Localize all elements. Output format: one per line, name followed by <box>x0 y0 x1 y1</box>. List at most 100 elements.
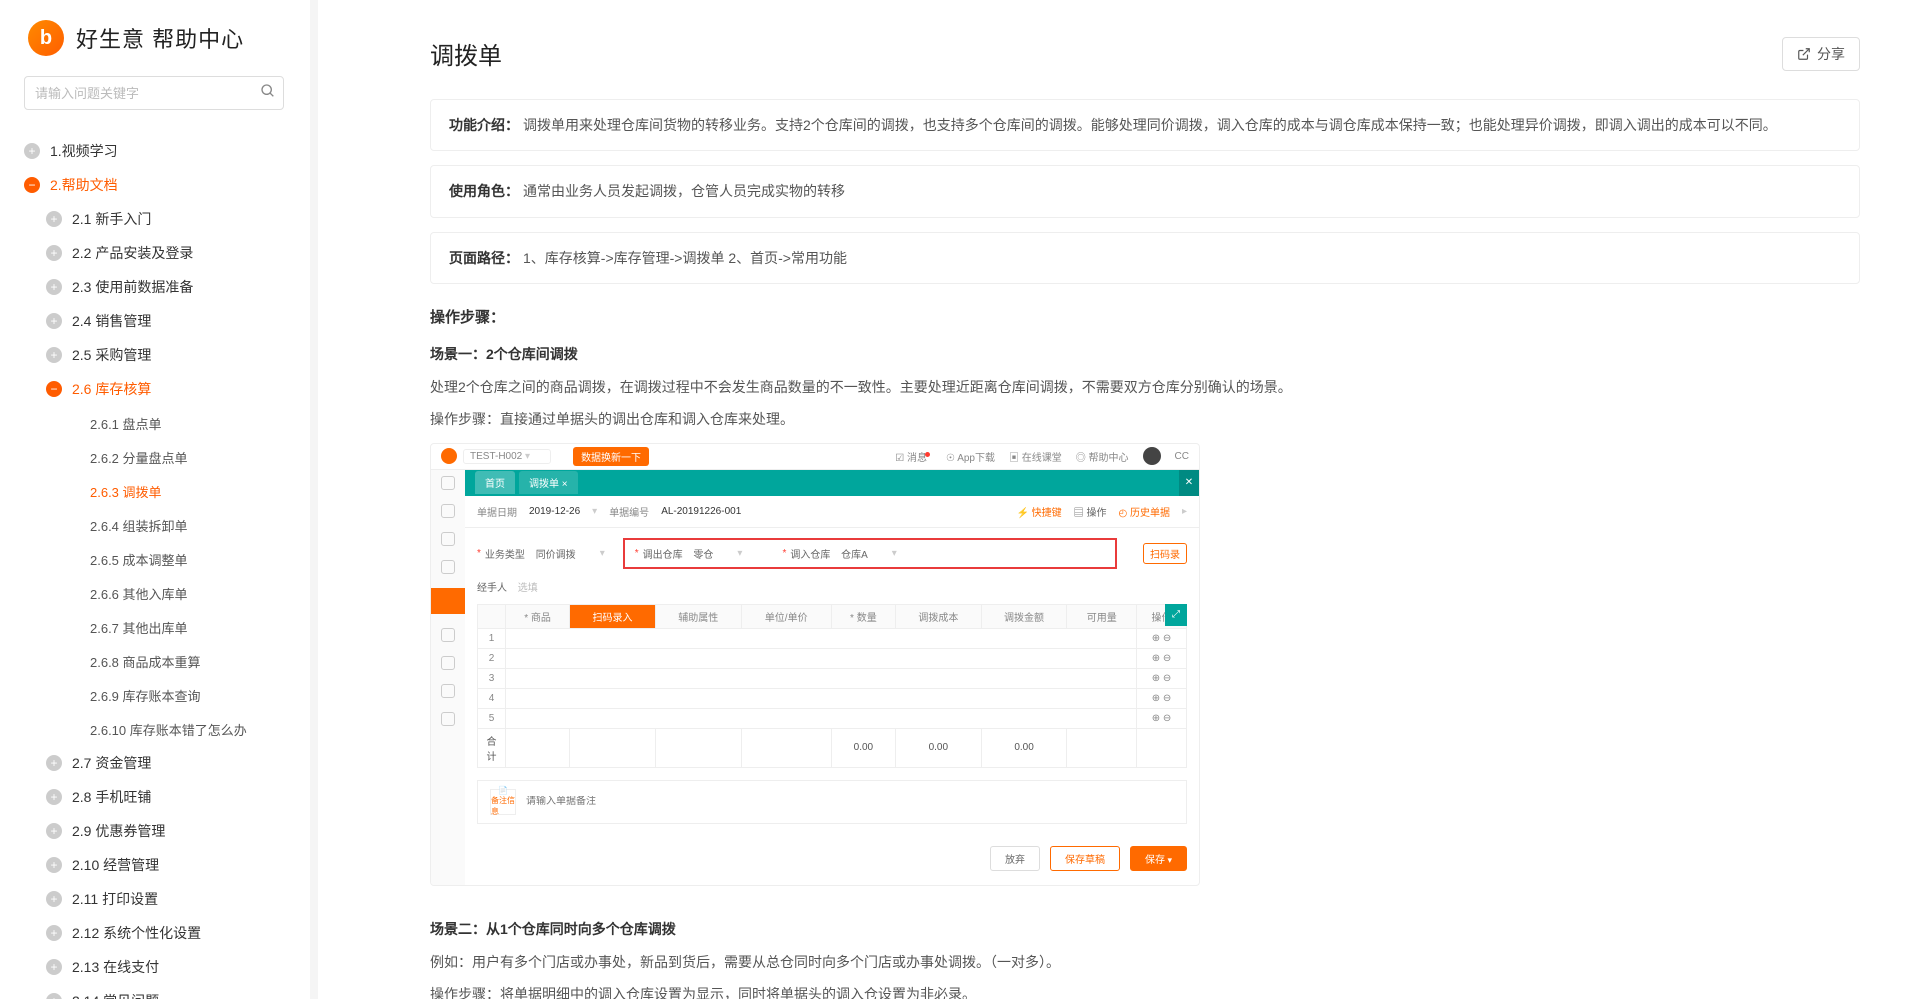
search-icon[interactable] <box>260 83 276 102</box>
app-link: ☉ App下载 <box>946 449 995 464</box>
nav-label: 2.6 库存核算 <box>72 379 151 399</box>
nav-item-2-13[interactable]: +2.13 在线支付 <box>46 950 310 984</box>
erp-logo-icon <box>441 448 457 464</box>
nav-leaf-2-6-5[interactable]: 2.6.5 成本调整单 <box>90 542 310 576</box>
plus-icon: + <box>46 959 62 975</box>
nav-leaf-2-6-9[interactable]: 2.6.9 库存账本查询 <box>90 678 310 712</box>
nav-item-2-12[interactable]: +2.12 系统个性化设置 <box>46 916 310 950</box>
scene2-p2: 操作步骤：将单据明细中的调入仓库设置为显示，同时将单据头的调入仓设置为非必录。 <box>430 981 1860 999</box>
plus-icon: + <box>46 789 62 805</box>
plus-icon: + <box>46 313 62 329</box>
th-cost: 调拨成本 <box>895 604 981 628</box>
nav-item-docs[interactable]: −2.帮助文档 <box>24 168 310 202</box>
plus-icon: + <box>46 347 62 363</box>
role-label: 使用角色： <box>449 183 519 199</box>
biz-field: *业务类型 同价调拨▾ <box>477 546 605 561</box>
nav-item-video[interactable]: +1.视频学习 <box>24 134 310 168</box>
nav-label: 2.11 打印设置 <box>72 889 158 909</box>
scene1-p2: 操作步骤：直接通过单据头的调出仓库和调入仓库来处理。 <box>430 406 1860 433</box>
brand-logo-icon: b <box>28 20 64 56</box>
minus-icon: − <box>46 381 62 397</box>
in-field: *调入仓库 仓库A▾ <box>782 546 896 561</box>
side-icon <box>441 628 455 642</box>
save-button: 保存 <box>1130 846 1187 871</box>
nav-leaf-2-6-7[interactable]: 2.6.7 其他出库单 <box>90 610 310 644</box>
nav-item-2-14[interactable]: +2.14 常见问题 <box>46 984 310 999</box>
remark-input <box>526 796 1174 807</box>
role-text: 通常由业务人员发起调拨，仓管人员完成实物的转移 <box>523 183 845 199</box>
nav-label: 2.8 手机旺铺 <box>72 787 151 807</box>
nav-label: 2.9 优惠券管理 <box>72 821 165 841</box>
nav-item-2-11[interactable]: +2.11 打印设置 <box>46 882 310 916</box>
date-value: 2019-12-26 <box>529 506 580 517</box>
erp-sidebar <box>431 470 465 885</box>
th-import: 扫码录入 <box>570 604 656 628</box>
nav-leaf-2-6-3[interactable]: 2.6.3 调拨单 <box>90 474 310 508</box>
th-stock: 可用量 <box>1067 604 1137 628</box>
discard-button: 放弃 <box>990 846 1040 871</box>
path-box: 页面路径：1、库存核算->库存管理->调拨单 2、首页->常用功能 <box>430 232 1860 284</box>
brand-title: 好生意 帮助中心 <box>76 22 244 54</box>
nav-leaf-2-6-4[interactable]: 2.6.4 组装拆卸单 <box>90 508 310 542</box>
plus-icon: + <box>46 857 62 873</box>
scene2-title: 场景二：从1个仓库同时向多个仓库调拨 <box>430 916 1860 943</box>
nav-label: 2.10 经营管理 <box>72 855 159 875</box>
nav-label: 2.7 资金管理 <box>72 753 151 773</box>
share-icon <box>1797 47 1811 61</box>
share-button[interactable]: 分享 <box>1782 37 1860 71</box>
sum-label: 合计 <box>478 728 506 767</box>
operator-field: 经手人 选填 <box>477 579 538 594</box>
nav-label: 1.视频学习 <box>50 141 118 161</box>
th-amount: 调拨金额 <box>981 604 1067 628</box>
side-icon <box>441 476 455 490</box>
nav-leaf-2-6-2[interactable]: 2.6.2 分量盘点单 <box>90 440 310 474</box>
th-unit: 单位/单价 <box>741 604 831 628</box>
scan-button: 扫码录 <box>1143 543 1187 564</box>
date-label: 单据日期 <box>477 504 517 519</box>
side-icon-active <box>431 588 465 614</box>
nav-item-2-10[interactable]: +2.10 经营管理 <box>46 848 310 882</box>
nav-leaf-2-6-8[interactable]: 2.6.8 商品成本重算 <box>90 644 310 678</box>
nav-item-2-7[interactable]: +2.7 资金管理 <box>46 746 310 780</box>
nav-item-2-5[interactable]: +2.5 采购管理 <box>46 338 310 372</box>
draft-button: 保存草稿 <box>1050 846 1120 871</box>
side-icon <box>441 532 455 546</box>
nav-leaf-2-6-1[interactable]: 2.6.1 盘点单 <box>90 406 310 440</box>
help-link: ◎ 帮助中心 <box>1076 449 1129 464</box>
nav-item-2-6[interactable]: −2.6 库存核算 <box>46 372 310 406</box>
plus-icon: + <box>46 993 62 999</box>
remark-icon: 📄备注信息 <box>490 789 516 815</box>
operate-link: ▤ 操作 <box>1074 504 1107 519</box>
side-icon <box>441 504 455 518</box>
nav-item-2-3[interactable]: +2.3 使用前数据准备 <box>46 270 310 304</box>
plus-icon: + <box>46 823 62 839</box>
search-input[interactable] <box>24 76 284 110</box>
nav-item-2-1[interactable]: +2.1 新手入门 <box>46 202 310 236</box>
nav-label: 2.1 新手入门 <box>72 209 151 229</box>
nav-leaf-2-6-6[interactable]: 2.6.6 其他入库单 <box>90 576 310 610</box>
nav-label: 2.14 常见问题 <box>72 991 159 999</box>
refresh-button: 数据换新一下 <box>573 447 649 466</box>
highlight-box: *调出仓库 零仓▾ *调入仓库 仓库A▾ <box>623 538 1117 569</box>
no-label: 单据编号 <box>609 504 649 519</box>
org-select: TEST-H002 ▾ <box>463 449 551 464</box>
username: CC <box>1175 451 1189 462</box>
intro-box: 功能介绍：调拨单用来处理仓库间货物的转移业务。支持2个仓库间的调拨，也支持多个仓… <box>430 99 1860 151</box>
th-qty: * 数量 <box>831 604 895 628</box>
th-aux: 辅助属性 <box>655 604 741 628</box>
nav-leaf-2-6-10[interactable]: 2.6.10 库存账本错了怎么办 <box>90 712 310 746</box>
nav-item-2-2[interactable]: +2.2 产品安装及登录 <box>46 236 310 270</box>
nav-label: 2.帮助文档 <box>50 175 118 195</box>
shortcut-link: ⚡ 快捷键 <box>1016 504 1061 519</box>
sidebar: b 好生意 帮助中心 +1.视频学习 −2.帮助文档 +2.1 新手入门 +2.… <box>0 0 310 999</box>
example-screenshot-1: TEST-H002 ▾ 数据换新一下 ☑ 消息 ☉ App下载 ▣ 在线课堂 ◎… <box>430 443 1200 886</box>
avatar-icon <box>1143 447 1161 465</box>
nav-item-2-4[interactable]: +2.4 销售管理 <box>46 304 310 338</box>
close-tabs-icon: ✕ <box>1179 470 1199 496</box>
nav-item-2-9[interactable]: +2.9 优惠券管理 <box>46 814 310 848</box>
plus-icon: + <box>46 279 62 295</box>
video-link: ▣ 在线课堂 <box>1009 449 1062 464</box>
nav-item-2-8[interactable]: +2.8 手机旺铺 <box>46 780 310 814</box>
side-icon <box>441 560 455 574</box>
nav-label: 2.13 在线支付 <box>72 957 159 977</box>
